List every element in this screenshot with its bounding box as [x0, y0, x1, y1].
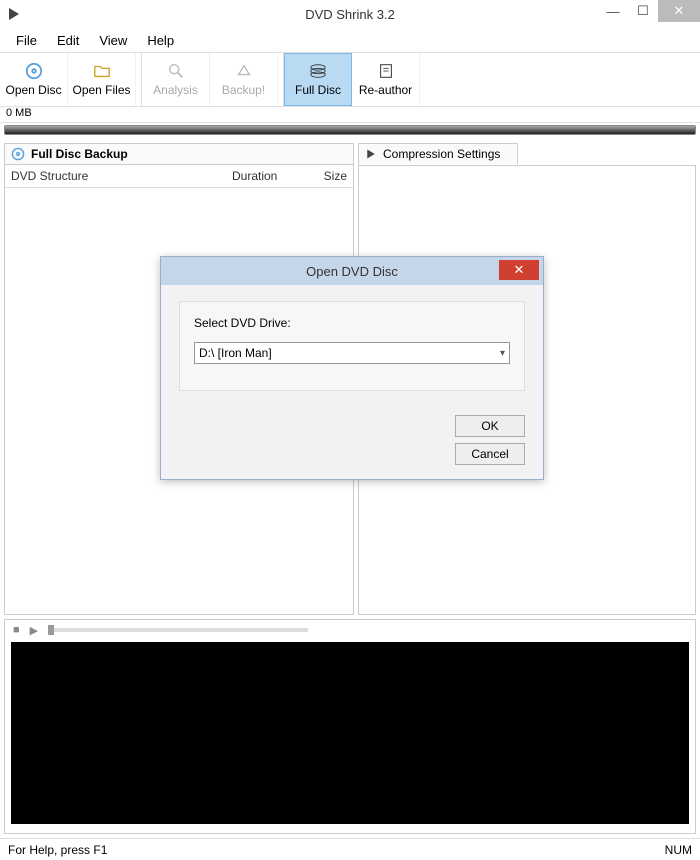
close-button[interactable]: ✕ — [658, 0, 700, 22]
play-button[interactable]: ▶ — [30, 624, 38, 637]
minimize-button[interactable]: — — [598, 0, 628, 22]
open-files-button[interactable]: Open Files — [68, 53, 136, 106]
discs-icon — [309, 62, 327, 80]
size-label: 0 MB — [6, 107, 32, 119]
list-column-headers: DVD Structure Duration Size — [5, 165, 353, 188]
statusbar: For Help, press F1 NUM — [0, 838, 700, 860]
menu-help[interactable]: Help — [137, 31, 184, 50]
preview-screen — [11, 642, 689, 824]
preview-controls: ■ ▶ — [5, 620, 695, 640]
dialog-close-button[interactable]: ✕ — [499, 260, 539, 280]
col-duration[interactable]: Duration — [232, 169, 302, 183]
open-dvd-dialog: Open DVD Disc ✕ Select DVD Drive: D:\ [I… — [160, 256, 544, 480]
compression-tab[interactable]: Compression Settings — [358, 143, 518, 165]
stop-button[interactable]: ■ — [13, 624, 20, 636]
backup-button[interactable]: Backup! — [210, 53, 278, 106]
full-disc-backup-label: Full Disc Backup — [31, 147, 128, 161]
drive-select-label: Select DVD Drive: — [194, 316, 510, 330]
disc-icon — [25, 62, 43, 80]
menu-view[interactable]: View — [89, 31, 137, 50]
dialog-title-text: Open DVD Disc — [306, 264, 398, 279]
playback-slider[interactable] — [48, 628, 308, 632]
preview-panel: ■ ▶ — [4, 619, 696, 834]
menu-file[interactable]: File — [6, 31, 47, 50]
status-num-indicator: NUM — [665, 843, 692, 857]
left-panel-header: Full Disc Backup — [4, 143, 354, 165]
open-disc-button[interactable]: Open Disc — [0, 53, 68, 106]
folder-open-icon — [93, 62, 111, 80]
disc-icon — [11, 147, 25, 161]
backup-label: Backup! — [222, 83, 265, 97]
drive-select-value: D:\ [Iron Man] — [199, 346, 272, 360]
menubar: File Edit View Help — [0, 28, 700, 52]
dialog-titlebar[interactable]: Open DVD Disc ✕ — [161, 257, 543, 285]
col-structure[interactable]: DVD Structure — [11, 169, 232, 183]
analysis-button[interactable]: Analysis — [142, 53, 210, 106]
chevron-down-icon: ▾ — [500, 348, 505, 359]
full-disc-button-label: Full Disc — [295, 83, 341, 97]
reauthor-label: Re-author — [359, 83, 412, 97]
ok-button[interactable]: OK — [455, 415, 525, 437]
menu-edit[interactable]: Edit — [47, 31, 89, 50]
window-controls: — ☐ ✕ — [598, 0, 700, 22]
open-disc-label: Open Disc — [5, 83, 61, 97]
window-title: DVD Shrink 3.2 — [0, 7, 700, 22]
cancel-button[interactable]: Cancel — [455, 443, 525, 465]
dialog-body: Select DVD Drive: D:\ [Iron Man] ▾ — [161, 285, 543, 407]
full-disc-button[interactable]: Full Disc — [284, 53, 352, 106]
status-help-text: For Help, press F1 — [8, 843, 107, 857]
reauthor-button[interactable]: Re-author — [352, 53, 420, 106]
analysis-label: Analysis — [153, 83, 198, 97]
drive-select-group: Select DVD Drive: D:\ [Iron Man] ▾ — [179, 301, 525, 391]
dialog-buttons: OK Cancel — [161, 407, 543, 479]
drive-select[interactable]: D:\ [Iron Man] ▾ — [194, 342, 510, 364]
open-files-label: Open Files — [72, 83, 130, 97]
app-icon — [6, 6, 22, 22]
toolbar: Open Disc Open Files Analysis Backup! Fu… — [0, 52, 700, 107]
reauthor-icon — [377, 62, 395, 80]
size-meter — [4, 125, 696, 135]
size-bar: 0 MB — [0, 107, 700, 123]
magnifier-icon — [167, 62, 185, 80]
compression-tab-label: Compression Settings — [383, 147, 500, 161]
backup-icon — [235, 62, 253, 80]
maximize-button[interactable]: ☐ — [628, 0, 658, 22]
compress-icon — [365, 148, 377, 160]
titlebar: DVD Shrink 3.2 — ☐ ✕ — [0, 0, 700, 28]
col-size[interactable]: Size — [302, 169, 347, 183]
